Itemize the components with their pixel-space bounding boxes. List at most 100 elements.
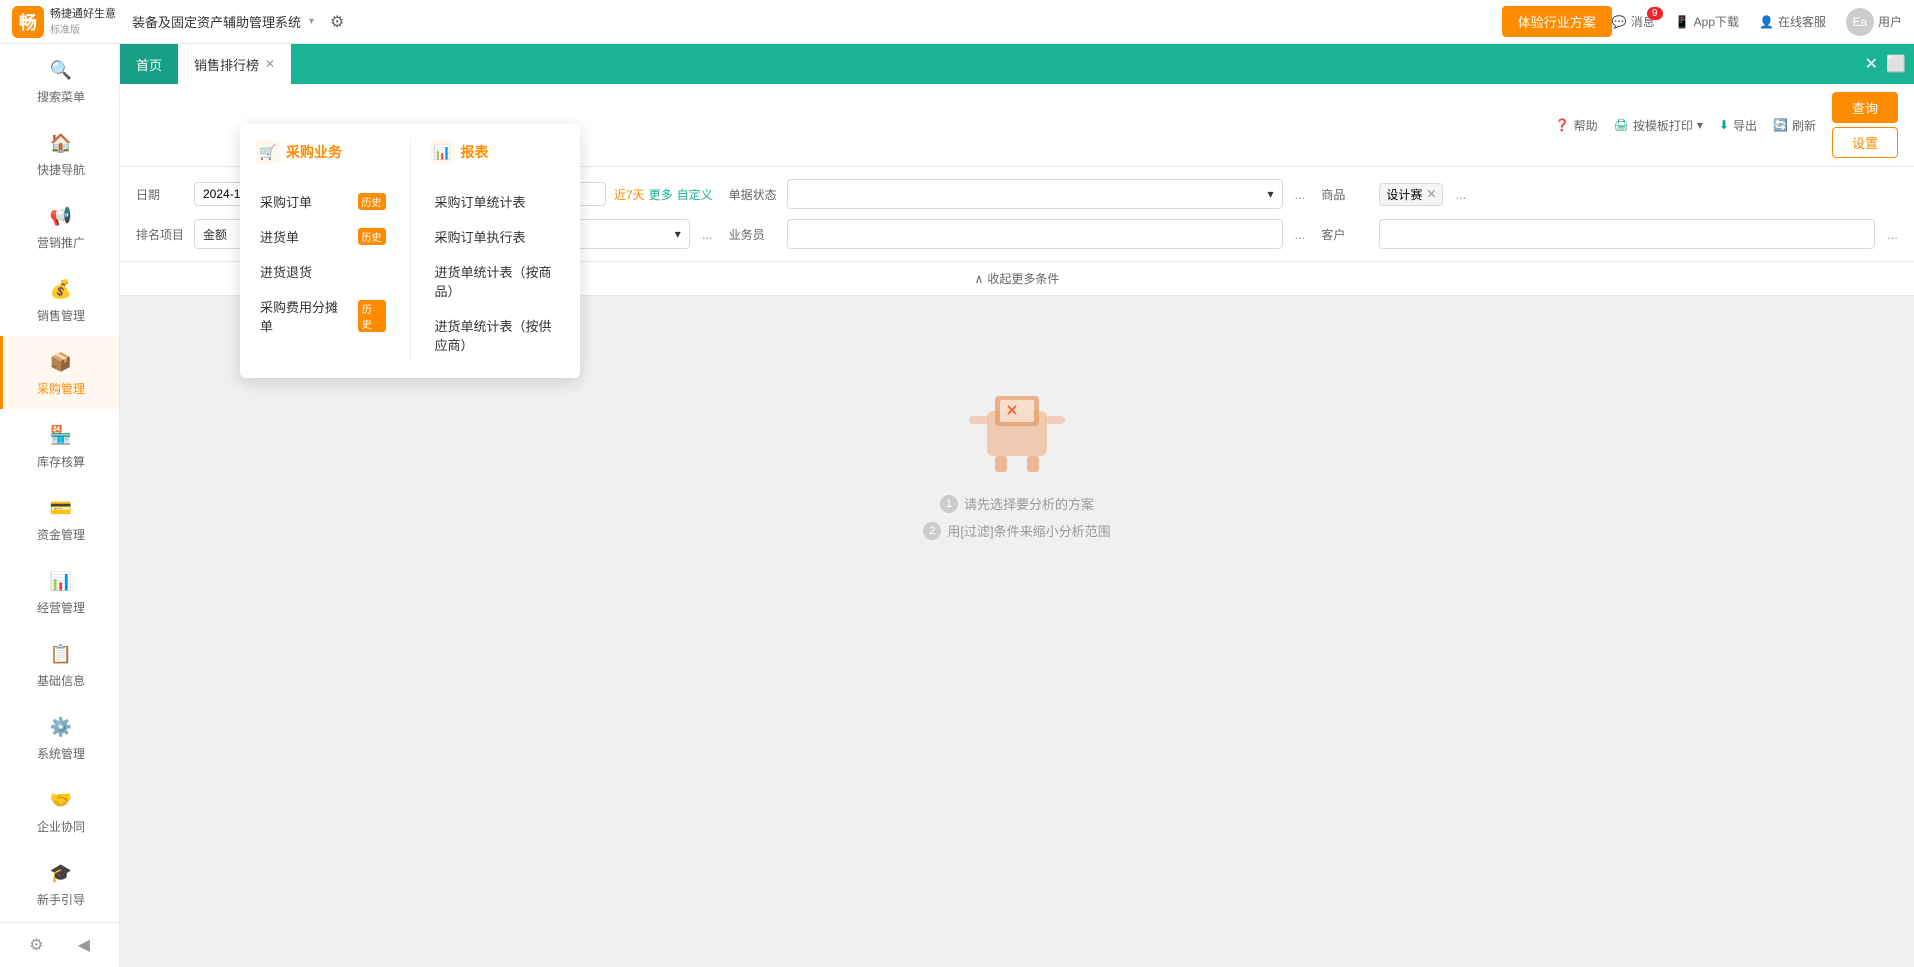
system-title-dropdown-icon[interactable]: ▾ — [309, 16, 314, 27]
print-dropdown-icon[interactable]: ▾ — [1697, 118, 1703, 132]
user-label: 用户 — [1878, 13, 1902, 30]
inventory-icon: 🏪 — [47, 421, 75, 449]
document-status-input[interactable]: ▾ — [787, 179, 1283, 209]
tab-sales-ranking-label: 销售排行榜 — [194, 55, 259, 74]
phone-icon: 📱 — [1675, 15, 1690, 29]
purchase-order-history-badge: 历史 — [358, 193, 386, 210]
sidebar-enterprise-label: 企业协同 — [37, 818, 85, 835]
window-maximize-icon[interactable]: ⬜ — [1886, 54, 1906, 74]
preset-more[interactable]: 更多 — [649, 186, 673, 203]
purchase-order-item[interactable]: 采购订单 历史 — [256, 184, 390, 219]
purchase-order-exec-item[interactable]: 采购订单执行表 — [431, 219, 565, 254]
collapse-label: 收起更多条件 — [987, 270, 1059, 287]
sidebar-item-enterprise[interactable]: 🤝 企业协同 — [0, 774, 119, 847]
tab-close-icon[interactable]: ✕ — [265, 57, 275, 71]
refresh-label: 刷新 — [1792, 117, 1816, 134]
message-icon: 💬 — [1612, 15, 1627, 29]
set-btn[interactable]: 设置 — [1832, 127, 1898, 158]
purchase-order-stats-item[interactable]: 采购订单统计表 — [431, 184, 565, 219]
query-btn[interactable]: 查询 — [1832, 92, 1898, 123]
export-label: 导出 — [1733, 117, 1757, 134]
sidebar-item-system[interactable]: ⚙️ 系统管理 — [0, 701, 119, 774]
salesperson-dots[interactable]: ... — [1295, 227, 1306, 242]
sidebar-item-search[interactable]: 🔍 搜索菜单 — [0, 44, 119, 117]
export-btn[interactable]: ⬇ 导出 — [1719, 117, 1757, 134]
sidebar-item-quick-nav[interactable]: 🏠 快捷导航 — [0, 117, 119, 190]
quick-date-presets: 近7天 更多 自定义 — [614, 186, 713, 203]
sidebar-item-finance[interactable]: 💳 资金管理 — [0, 482, 119, 555]
tab-home[interactable]: 首页 — [120, 44, 178, 84]
top-bar: 畅 畅捷通好生意 标准版 装备及固定资产辅助管理系统 ▾ ⚙ 体验行业方案 💬 … — [0, 0, 1914, 44]
collapse-icon: ∧ — [975, 272, 984, 286]
document-status-dropdown[interactable]: ▾ — [1267, 187, 1273, 201]
sidebar-item-inventory[interactable]: 🏪 库存核算 — [0, 409, 119, 482]
sidebar-item-basic-info[interactable]: 📋 基础信息 — [0, 628, 119, 701]
online-service-btn[interactable]: 👤 在线客服 — [1759, 13, 1826, 30]
purchase-business-col: 🛒 采购业务 采购订单 历史 进货单 历史 进货退货 采购费用分摊单 历史 — [256, 140, 390, 362]
purchase-receipt-item[interactable]: 进货单 历史 — [256, 219, 390, 254]
goods-tag-close-icon[interactable]: ✕ — [1426, 187, 1436, 201]
app-download-label: App下载 — [1694, 13, 1739, 30]
user-menu-btn[interactable]: Ea 用户 — [1846, 8, 1902, 36]
industry-btn[interactable]: 体验行业方案 — [1502, 6, 1612, 37]
empty-step-2: 2 用[过滤]条件来缩小分析范围 — [923, 521, 1110, 540]
rank-dropdown-icon[interactable]: ▾ — [675, 227, 681, 241]
rank-value: 金额 — [203, 226, 227, 243]
salesperson-input[interactable] — [787, 219, 1283, 249]
system-icon: ⚙️ — [47, 713, 75, 741]
document-status-dots[interactable]: ... — [1295, 187, 1306, 202]
customer-dots[interactable]: ... — [1887, 227, 1898, 242]
customer-input[interactable] — [1379, 219, 1875, 249]
export-icon: ⬇ — [1719, 118, 1729, 132]
sidebar-item-operations[interactable]: 📊 经营管理 — [0, 555, 119, 628]
sidebar-settings-icon[interactable]: ⚙ — [29, 935, 43, 955]
sidebar-purchase-label: 采购管理 — [37, 380, 85, 397]
purchase-icon: 📦 — [47, 348, 75, 376]
sidebar-item-sales[interactable]: 💰 销售管理 — [0, 263, 119, 336]
tab-sales-ranking[interactable]: 销售排行榜 ✕ — [178, 44, 291, 84]
preset-custom[interactable]: 自定义 — [677, 186, 713, 203]
receipt-stats-supplier-item[interactable]: 进货单统计表（按供应商） — [431, 308, 565, 362]
sidebar-item-purchase[interactable]: 📦 采购管理 — [0, 336, 119, 409]
system-title-text: 装备及固定资产辅助管理系统 — [132, 12, 301, 31]
goods-dots[interactable]: ... — [1455, 187, 1466, 202]
sidebar-item-marketing[interactable]: 📢 营销推广 — [0, 190, 119, 263]
sidebar-quick-nav-label: 快捷导航 — [37, 161, 85, 178]
receipt-stats-goods-item[interactable]: 进货单统计表（按商品） — [431, 254, 565, 308]
purchase-return-item[interactable]: 进货退货 — [256, 254, 390, 289]
receipt-stats-supplier-label: 进货单统计表（按供应商） — [435, 316, 561, 354]
goods-filter-label: 商品 — [1321, 186, 1371, 203]
empty-step-1: 1 请先选择要分析的方案 — [940, 494, 1094, 513]
purchase-expense-item[interactable]: 采购费用分摊单 历史 — [256, 289, 390, 343]
empty-step2-text: 用[过滤]条件来缩小分析范围 — [947, 521, 1110, 540]
window-close-icon[interactable]: ✕ — [1865, 54, 1878, 74]
headset-icon: 👤 — [1759, 15, 1774, 29]
sidebar-bottom: ⚙ ◀ — [0, 922, 119, 967]
notifications-btn[interactable]: 💬 消息 9 — [1612, 13, 1655, 30]
print-btn[interactable]: 🖨 按模板打印 ▾ — [1614, 117, 1703, 134]
empty-illustration — [957, 376, 1077, 476]
rank-dots[interactable]: ... — [702, 227, 713, 242]
help-btn[interactable]: ❓ 帮助 — [1555, 117, 1598, 134]
marketing-icon: 📢 — [47, 202, 75, 230]
sidebar-basic-info-label: 基础信息 — [37, 672, 85, 689]
preset-7days[interactable]: 近7天 — [614, 186, 645, 203]
empty-svg-icon — [957, 376, 1077, 476]
purchase-business-header-label: 采购业务 — [286, 142, 342, 162]
settings-gear-icon[interactable]: ⚙ — [330, 12, 344, 32]
print-label: 按模板打印 — [1633, 117, 1693, 134]
goods-tag: 设计赛 ✕ — [1379, 183, 1443, 206]
sidebar-collapse-icon[interactable]: ◀ — [78, 935, 90, 955]
sidebar-system-label: 系统管理 — [37, 745, 85, 762]
refresh-btn[interactable]: 🔄 刷新 — [1773, 117, 1816, 134]
purchase-order-exec-label: 采购订单执行表 — [435, 227, 526, 246]
sidebar-item-guide[interactable]: 🎓 新手引导 — [0, 847, 119, 920]
purchase-receipt-history-badge: 历史 — [358, 228, 386, 245]
finance-icon: 💳 — [47, 494, 75, 522]
app-download-btn[interactable]: 📱 App下载 — [1675, 13, 1739, 30]
dropdown-divider — [410, 140, 411, 362]
system-title-area: 装备及固定资产辅助管理系统 ▾ ⚙ — [132, 12, 1490, 32]
goods-tag-value: 设计赛 — [1386, 186, 1422, 203]
reports-header-label: 报表 — [461, 142, 489, 162]
purchase-return-label: 进货退货 — [260, 262, 312, 281]
